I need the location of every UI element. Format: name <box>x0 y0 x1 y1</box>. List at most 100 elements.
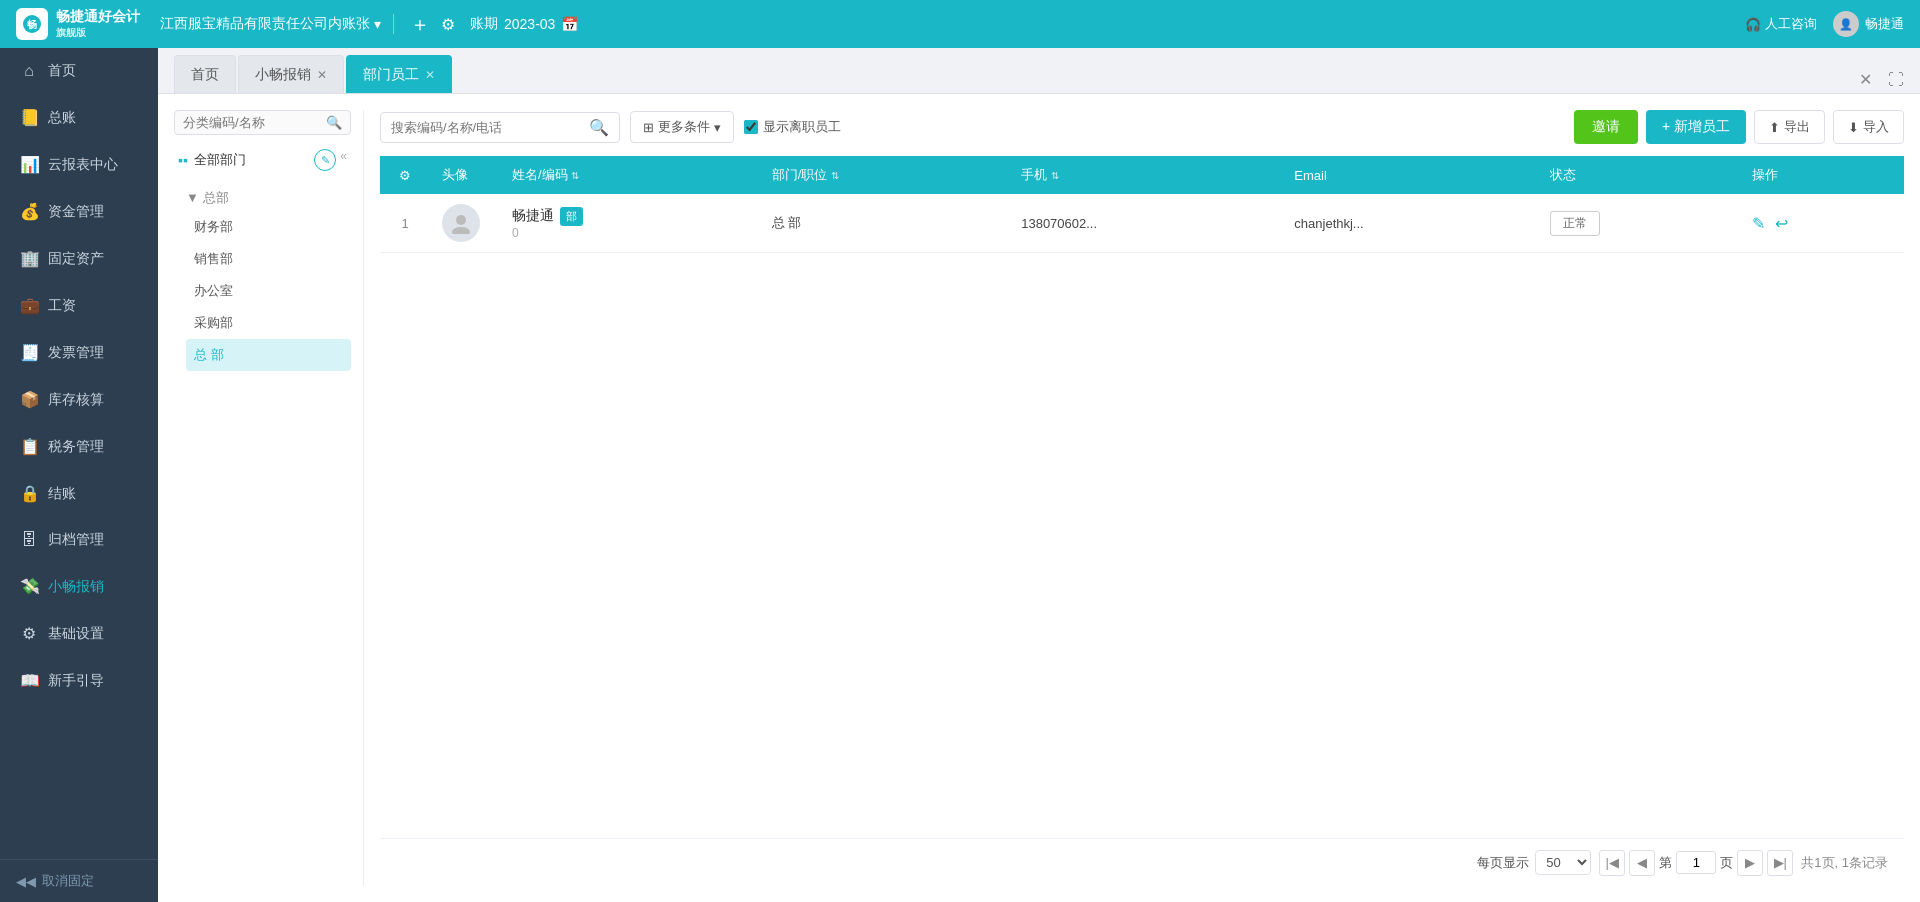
export-button[interactable]: ⬆ 导出 <box>1754 110 1825 144</box>
settings-icon: ⚙ <box>20 624 38 643</box>
sort-icon-2: ⇅ <box>831 170 839 181</box>
xiaochange-icon: 💸 <box>20 577 38 596</box>
employee-table: ⚙ 头像 姓名/编码 ⇅ 部门/职位 ⇅ <box>380 156 1904 253</box>
last-page-button[interactable]: ▶| <box>1767 850 1793 876</box>
status-badge: 正常 <box>1550 211 1600 236</box>
app-name: 畅捷通好会计 <box>56 8 140 26</box>
assets-icon: 🏢 <box>20 249 38 268</box>
cell-dept: 总 部 <box>760 194 1009 253</box>
dept-search-input[interactable] <box>183 115 326 130</box>
svg-text:畅: 畅 <box>27 19 37 30</box>
dept-search-icon[interactable]: 🔍 <box>326 115 342 130</box>
tab-xiaochange[interactable]: 小畅报销 ✕ <box>238 55 344 93</box>
tab-close-xiaochange[interactable]: ✕ <box>317 68 327 82</box>
dept-header-actions: ✎ « <box>314 149 347 171</box>
service-button[interactable]: 🎧 人工咨询 <box>1745 15 1817 33</box>
triangle-icon: ▼ <box>186 190 199 205</box>
pin-icon: ◀◀ <box>16 874 36 889</box>
toolbar-right: 邀请 + 新增员工 ⬆ 导出 ⬇ 导入 <box>1574 110 1904 144</box>
dept-tree-item-office[interactable]: 办公室 <box>186 275 351 307</box>
report-icon: 📊 <box>20 155 38 174</box>
dept-search-wrap: 🔍 <box>174 110 351 135</box>
home-icon: ⌂ <box>20 62 38 80</box>
all-departments[interactable]: ▪▪ 全部部门 ✎ « <box>174 143 351 177</box>
tab-dept-employee[interactable]: 部门员工 ✕ <box>346 55 452 93</box>
sidebar-item-tax-mgmt[interactable]: 📋 税务管理 <box>0 423 158 470</box>
add-employee-button[interactable]: + 新增员工 <box>1646 110 1746 144</box>
employee-search-input[interactable] <box>391 120 589 135</box>
first-page-button[interactable]: |◀ <box>1599 850 1625 876</box>
header-divider <box>393 14 394 34</box>
sidebar-item-new-guide[interactable]: 📖 新手引导 <box>0 657 158 704</box>
sidebar-item-fixed-assets[interactable]: 🏢 固定资产 <box>0 235 158 282</box>
close-tab-icon[interactable]: ✕ <box>1859 70 1872 89</box>
sidebar-item-archive[interactable]: 🗄 归档管理 <box>0 517 158 563</box>
sidebar-item-close-account[interactable]: 🔒 结账 <box>0 470 158 517</box>
more-filter-button[interactable]: ⊞ 更多条件 ▾ <box>630 111 734 143</box>
fund-icon: 💰 <box>20 202 38 221</box>
search-icon[interactable]: 🔍 <box>589 118 609 137</box>
sidebar-item-xiaochange[interactable]: 💸 小畅报销 <box>0 563 158 610</box>
th-dept-position[interactable]: 部门/职位 ⇅ <box>760 156 1009 194</box>
calendar-icon[interactable]: 📅 <box>561 16 578 32</box>
dept-edit-button[interactable]: ✎ <box>314 149 336 171</box>
invite-button[interactable]: 邀请 <box>1574 110 1638 144</box>
tab-bar-actions: ✕ ⛶ <box>1859 70 1904 93</box>
tab-bar: 首页 小畅报销 ✕ 部门员工 ✕ ✕ ⛶ <box>158 48 1920 94</box>
sidebar-item-report-center[interactable]: 📊 云报表中心 <box>0 141 158 188</box>
sidebar-item-salary[interactable]: 💼 工资 <box>0 282 158 329</box>
dept-tree-item-sales[interactable]: 销售部 <box>186 243 351 275</box>
grid-icon: ▪▪ <box>178 152 188 168</box>
dept-tree-item-purchase[interactable]: 采购部 <box>186 307 351 339</box>
th-name-code[interactable]: 姓名/编码 ⇅ <box>500 156 760 194</box>
top-header: 畅 畅捷通好会计 旗舰版 江西服宝精品有限责任公司内账张 ▾ ＋ ⚙ 账期 20… <box>0 0 1920 48</box>
sidebar-item-home[interactable]: ⌂ 首页 <box>0 48 158 94</box>
sidebar-item-invoice-mgmt[interactable]: 🧾 发票管理 <box>0 329 158 376</box>
sidebar-item-basic-settings[interactable]: ⚙ 基础设置 <box>0 610 158 657</box>
tab-close-dept-employee[interactable]: ✕ <box>425 68 435 82</box>
page-input[interactable] <box>1676 851 1716 874</box>
expand-icon[interactable]: ⛶ <box>1888 71 1904 89</box>
page-size-wrap: 每页显示 50 100 200 <box>1477 850 1591 875</box>
dept-badge: 部 <box>560 207 583 226</box>
header-settings-button[interactable]: ⚙ <box>434 10 462 38</box>
show-resigned-label[interactable]: 显示离职员工 <box>744 118 841 136</box>
user-menu[interactable]: 👤 畅捷通 <box>1833 11 1904 37</box>
th-settings[interactable]: ⚙ <box>380 156 430 194</box>
tab-home[interactable]: 首页 <box>174 55 236 93</box>
sidebar-item-fund-mgmt[interactable]: 💰 资金管理 <box>0 188 158 235</box>
employee-code: 0 <box>512 226 748 240</box>
sidebar-item-inventory[interactable]: 📦 库存核算 <box>0 376 158 423</box>
sort-icon-3: ⇅ <box>1051 170 1059 181</box>
collapse-icon[interactable]: « <box>340 149 347 171</box>
page-size-select[interactable]: 50 100 200 <box>1535 850 1591 875</box>
th-status: 状态 <box>1538 156 1740 194</box>
avatar <box>442 204 480 242</box>
cell-status: 正常 <box>1538 194 1740 253</box>
dept-tree: ▼ 总部 财务部 销售部 办公室 采购部 <box>174 185 351 371</box>
exit-button[interactable]: ↩ <box>1775 214 1788 233</box>
header-add-button[interactable]: ＋ <box>406 10 434 38</box>
dept-tree-item-general[interactable]: 总 部 <box>186 339 351 371</box>
next-page-button[interactable]: ▶ <box>1737 850 1763 876</box>
employee-search-bar: 🔍 <box>380 112 620 143</box>
company-name[interactable]: 江西服宝精品有限责任公司内账张 ▾ <box>160 15 381 33</box>
prev-page-button[interactable]: ◀ <box>1629 850 1655 876</box>
page-nav: |◀ ◀ 第 页 ▶ ▶| <box>1599 850 1793 876</box>
employee-name: 畅捷通部 <box>512 207 748 226</box>
app-edition: 旗舰版 <box>56 26 140 40</box>
svg-point-3 <box>452 227 470 234</box>
edit-button[interactable]: ✎ <box>1752 214 1765 233</box>
th-mobile[interactable]: 手机 ⇅ <box>1009 156 1282 194</box>
right-panel: 🔍 ⊞ 更多条件 ▾ 显示离职员工 邀请 + 新增员工 <box>364 110 1904 886</box>
chevron-down-icon: ▾ <box>374 16 381 32</box>
import-button[interactable]: ⬇ 导入 <box>1833 110 1904 144</box>
logo-icon: 畅 <box>16 8 48 40</box>
cancel-fix-button[interactable]: ◀◀ 取消固定 <box>0 859 158 902</box>
cell-index: 1 <box>380 194 430 253</box>
dept-tree-item-finance[interactable]: 财务部 <box>186 211 351 243</box>
show-resigned-checkbox[interactable] <box>744 120 758 134</box>
ledger-icon: 📒 <box>20 108 38 127</box>
archive-icon: 🗄 <box>20 531 38 549</box>
sidebar-item-general-ledger[interactable]: 📒 总账 <box>0 94 158 141</box>
